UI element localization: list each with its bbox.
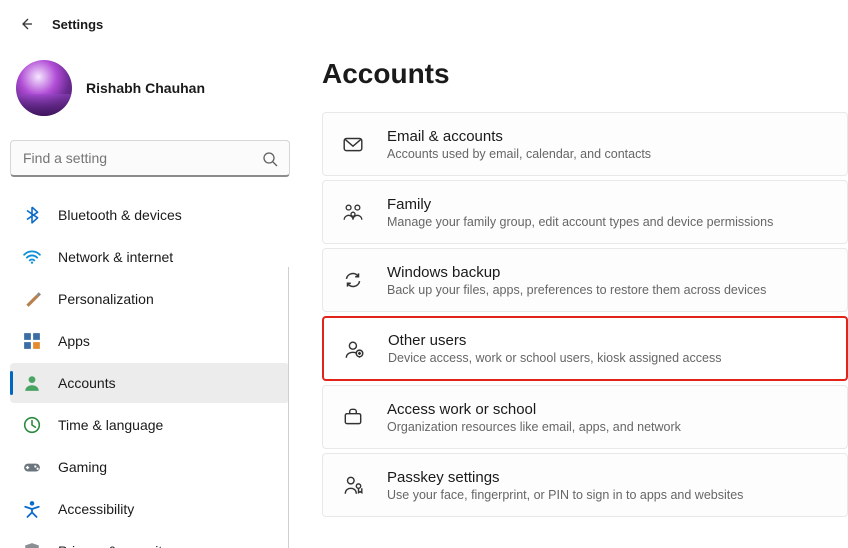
key-person-icon [341, 473, 365, 497]
card-access-work-school[interactable]: Access work or school Organization resou… [322, 385, 848, 449]
card-desc: Device access, work or school users, kio… [388, 351, 721, 365]
card-windows-backup[interactable]: Windows backup Back up your files, apps,… [322, 248, 848, 312]
sidebar-item-bluetooth-devices[interactable]: Bluetooth & devices [10, 195, 289, 235]
card-title: Passkey settings [387, 469, 743, 486]
mail-icon [341, 132, 365, 156]
sidebar-item-label: Personalization [58, 291, 154, 307]
card-desc: Use your face, fingerprint, or PIN to si… [387, 488, 743, 502]
sidebar-item-time-language[interactable]: Time & language [10, 405, 289, 445]
card-desc: Organization resources like email, apps,… [387, 420, 681, 434]
person-plus-icon [342, 337, 366, 361]
card-desc: Manage your family group, edit account t… [387, 215, 773, 229]
bluetooth-icon [22, 205, 42, 225]
sidebar-item-network-internet[interactable]: Network & internet [10, 237, 289, 277]
sidebar-item-label: Apps [58, 333, 90, 349]
page-title: Accounts [322, 58, 848, 90]
sidebar-item-label: Accounts [58, 375, 116, 391]
apps-icon [22, 331, 42, 351]
card-title: Access work or school [387, 401, 681, 418]
sidebar-item-label: Network & internet [58, 249, 173, 265]
accessibility-icon [22, 499, 42, 519]
wifi-icon [22, 247, 42, 267]
card-desc: Back up your files, apps, preferences to… [387, 283, 766, 297]
shield-icon [22, 541, 42, 548]
sidebar-item-label: Gaming [58, 459, 107, 475]
sidebar-item-accessibility[interactable]: Accessibility [10, 489, 289, 529]
sidebar-item-accounts[interactable]: Accounts [10, 363, 289, 403]
arrow-left-icon [18, 16, 34, 32]
avatar [16, 60, 72, 116]
briefcase-icon [341, 405, 365, 429]
card-email-accounts[interactable]: Email & accounts Accounts used by email,… [322, 112, 848, 176]
search-input[interactable] [10, 140, 290, 177]
clock-globe-icon [22, 415, 42, 435]
family-icon [341, 200, 365, 224]
card-title: Family [387, 196, 773, 213]
sidebar-item-label: Accessibility [58, 501, 134, 517]
sidebar-item-privacy-security[interactable]: Privacy & security [10, 531, 289, 548]
sync-icon [341, 268, 365, 292]
main-content: Accounts Email & accounts Accounts used … [300, 42, 848, 548]
card-title: Email & accounts [387, 128, 651, 145]
back-button[interactable] [16, 14, 36, 34]
sidebar-item-apps[interactable]: Apps [10, 321, 289, 361]
sidebar-item-label: Bluetooth & devices [58, 207, 182, 223]
sidebar-item-gaming[interactable]: Gaming [10, 447, 289, 487]
card-other-users[interactable]: Other users Device access, work or schoo… [322, 316, 848, 381]
sidebar-item-label: Time & language [58, 417, 163, 433]
profile[interactable]: Rishabh Chauhan [10, 50, 290, 140]
sidebar-nav: Bluetooth & devices Network & internet P… [10, 195, 290, 548]
card-desc: Accounts used by email, calendar, and co… [387, 147, 651, 161]
sidebar-item-personalization[interactable]: Personalization [10, 279, 289, 319]
card-title: Windows backup [387, 264, 766, 281]
card-title: Other users [388, 332, 721, 349]
search-icon [262, 151, 278, 167]
profile-name: Rishabh Chauhan [86, 80, 205, 96]
card-family[interactable]: Family Manage your family group, edit ac… [322, 180, 848, 244]
card-passkey-settings[interactable]: Passkey settings Use your face, fingerpr… [322, 453, 848, 517]
sidebar: Rishabh Chauhan Bluetooth & devices Netw… [0, 42, 300, 548]
paintbrush-icon [22, 289, 42, 309]
person-icon [22, 373, 42, 393]
header-title: Settings [52, 17, 103, 32]
gamepad-icon [22, 457, 42, 477]
